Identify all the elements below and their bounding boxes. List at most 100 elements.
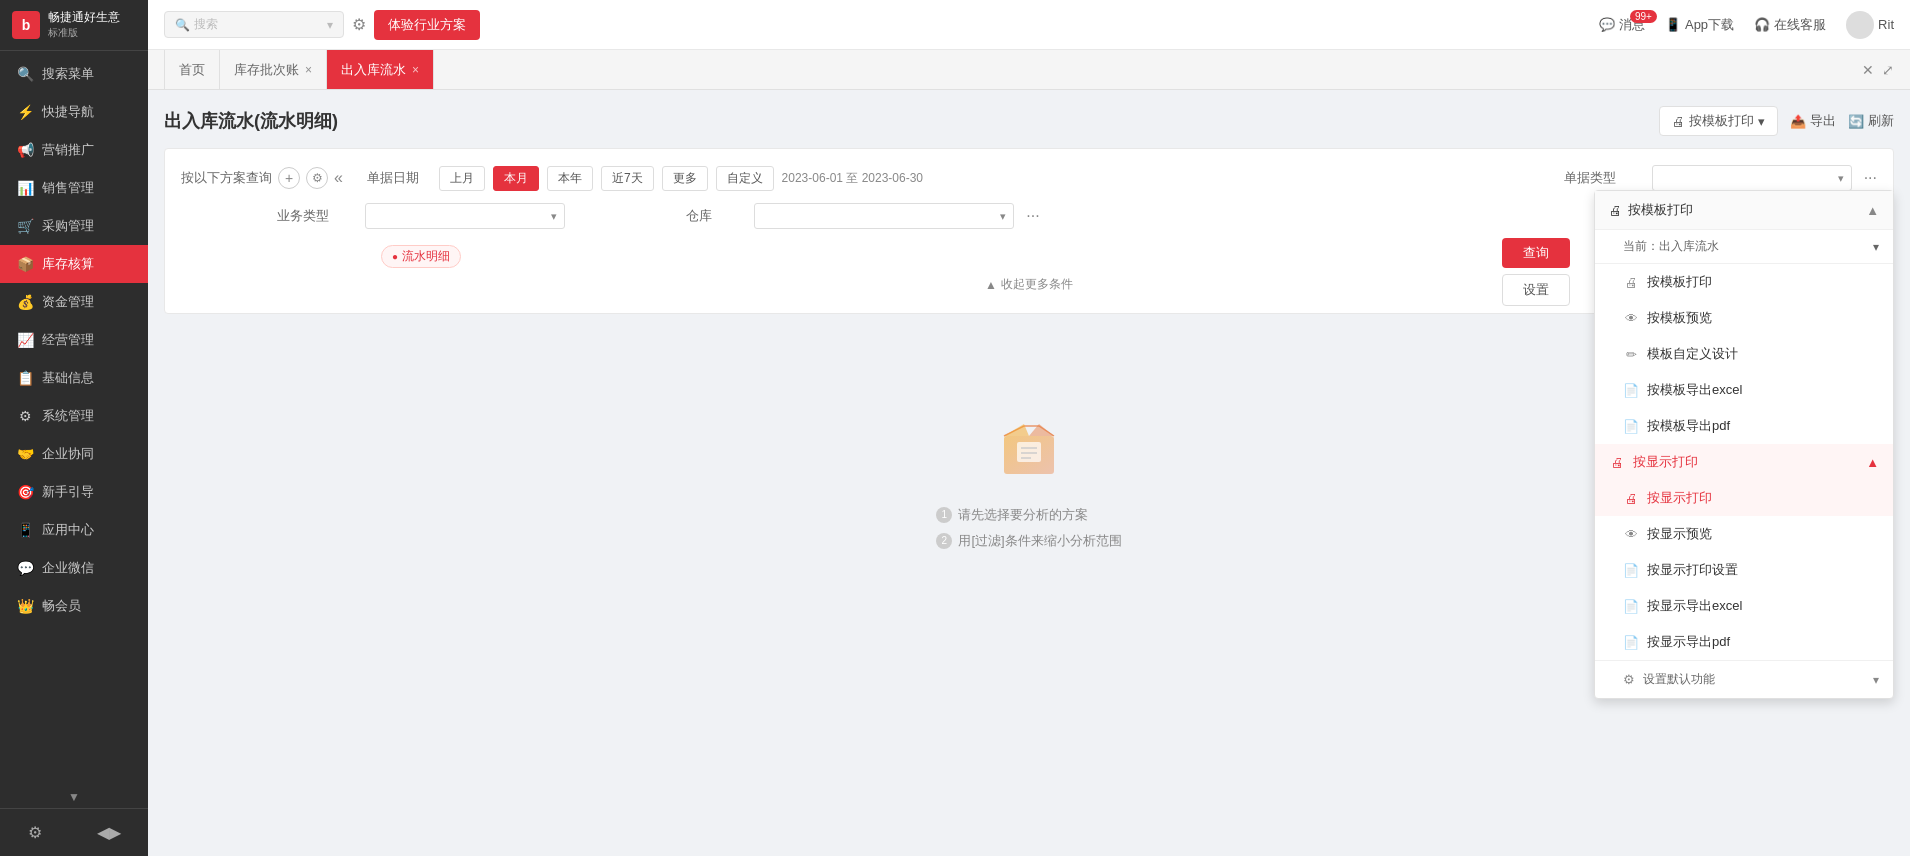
date-btn-7days[interactable]: 近7天 [601, 166, 654, 191]
settings-action-btn[interactable]: 设置 [1502, 274, 1570, 306]
topbar-left: 🔍 搜索 ▾ ⚙ 体验行业方案 [164, 10, 480, 40]
query-btn[interactable]: 查询 [1502, 238, 1570, 268]
display-pdf-icon: 📄 [1623, 634, 1639, 650]
dropdown-display-print[interactable]: 🖨 按显示打印 [1595, 480, 1893, 516]
voucher-type-select[interactable] [1652, 165, 1852, 191]
sidebar-item-marketing[interactable]: 📢 营销推广 [0, 131, 148, 169]
sidebar-item-search-menu[interactable]: 🔍 搜索菜单 [0, 55, 148, 93]
sidebar-item-app-center[interactable]: 📱 应用中心 [0, 511, 148, 549]
filter-tag-icon: ● [392, 251, 398, 262]
dropdown-display-pdf[interactable]: 📄 按显示导出pdf [1595, 624, 1893, 660]
sidebar-item-system[interactable]: ⚙ 系统管理 [0, 397, 148, 435]
sidebar-item-finance[interactable]: 💰 资金管理 [0, 283, 148, 321]
dropdown-display-print-settings[interactable]: 📄 按显示打印设置 [1595, 552, 1893, 588]
user-avatar [1846, 11, 1874, 39]
date-btn-custom[interactable]: 自定义 [716, 166, 774, 191]
dropdown-template-preview[interactable]: 👁 按模板预览 [1595, 300, 1893, 336]
topbar-search-box[interactable]: 🔍 搜索 ▾ [164, 11, 344, 38]
topbar-support-btn[interactable]: 🎧 在线客服 [1754, 16, 1826, 34]
display-section-icon: 🖨 [1609, 454, 1625, 470]
sidebar-item-quick-nav[interactable]: ⚡ 快捷导航 [0, 93, 148, 131]
date-btn-this-year[interactable]: 本年 [547, 166, 593, 191]
sidebar-item-basics[interactable]: 📋 基础信息 [0, 359, 148, 397]
tab-inventory-flow-close[interactable]: × [412, 63, 419, 77]
empty-tips: 1 请先选择要分析的方案 2 用[过滤]条件来缩小分析范围 [936, 502, 1121, 554]
dropdown-display-preview[interactable]: 👁 按显示预览 [1595, 516, 1893, 552]
date-btn-more[interactable]: 更多 [662, 166, 708, 191]
dropdown-up-arrow[interactable]: ▲ [1866, 203, 1879, 218]
svg-rect-3 [1017, 442, 1041, 462]
sidebar-collapse-btn[interactable]: ◀▶ [91, 817, 127, 848]
print-dropdown-icon: ▾ [1758, 114, 1765, 129]
warehouse-more-btn[interactable]: ··· [1026, 207, 1039, 225]
search-add-btn[interactable]: + [278, 167, 300, 189]
search-menu-icon: 🔍 [16, 65, 34, 83]
topbar-app-download-btn[interactable]: 📱 App下载 [1665, 16, 1734, 34]
inventory-icon: 📦 [16, 255, 34, 273]
template-excel-icon: 📄 [1623, 382, 1639, 398]
tab-maximize-btn[interactable]: ⤢ [1882, 62, 1894, 78]
topbar-search-input[interactable]: 搜索 [194, 16, 218, 33]
logo-sub: 标准版 [48, 26, 120, 40]
dropdown-template-print[interactable]: 🖨 按模板打印 [1595, 264, 1893, 300]
tip-num-1: 1 [936, 507, 952, 523]
sidebar-bottom: ⚙ ◀▶ [0, 808, 148, 856]
dropdown-footer[interactable]: ⚙ 设置默认功能 ▾ [1595, 660, 1893, 698]
sidebar-item-wechat[interactable]: 💬 企业微信 [0, 549, 148, 587]
marketing-icon: 📢 [16, 141, 34, 159]
dropdown-template-custom[interactable]: ✏ 模板自定义设计 [1595, 336, 1893, 372]
dropdown-title: 🖨 按模板打印 [1609, 201, 1693, 219]
sidebar-item-guide[interactable]: 🎯 新手引导 [0, 473, 148, 511]
topbar-user-area[interactable]: Rit [1846, 11, 1894, 39]
dropdown-template-pdf[interactable]: 📄 按模板导出pdf [1595, 408, 1893, 444]
sidebar-item-sales[interactable]: 📊 销售管理 [0, 169, 148, 207]
sidebar-item-enterprise[interactable]: 🤝 企业协同 [0, 435, 148, 473]
trial-btn[interactable]: 体验行业方案 [374, 10, 480, 40]
dropdown-display-section[interactable]: 🖨 按显示打印 ▲ [1595, 444, 1893, 480]
sidebar-item-label: 销售管理 [42, 179, 94, 197]
dropdown-template-excel[interactable]: 📄 按模板导出excel [1595, 372, 1893, 408]
sidebar-scroll-down[interactable]: ▼ [68, 790, 80, 804]
refresh-btn[interactable]: 🔄 刷新 [1848, 112, 1894, 130]
tabs-right: ✕ ⤢ [1862, 62, 1894, 78]
business-type-select[interactable] [365, 203, 565, 229]
sidebar-item-vip[interactable]: 👑 畅会员 [0, 587, 148, 625]
tab-batch-account-close[interactable]: × [305, 63, 312, 77]
refresh-icon: 🔄 [1848, 114, 1864, 129]
operations-icon: 📈 [16, 331, 34, 349]
sales-icon: 📊 [16, 179, 34, 197]
warehouse-select[interactable] [754, 203, 1014, 229]
sidebar-item-purchase[interactable]: 🛒 采购管理 [0, 207, 148, 245]
tab-close-all-btn[interactable]: ✕ [1862, 62, 1874, 78]
sidebar-settings-btn[interactable]: ⚙ [22, 817, 48, 848]
topbar-right: 💬 消息 99+ 📱 App下载 🎧 在线客服 Rit [1599, 11, 1894, 39]
sidebar-item-label: 搜索菜单 [42, 65, 94, 83]
sidebar-item-inventory[interactable]: 📦 库存核算 [0, 245, 148, 283]
export-btn[interactable]: 📤 导出 [1790, 112, 1836, 130]
tab-home[interactable]: 首页 [164, 50, 220, 89]
tab-batch-account[interactable]: 库存批次账 × [220, 50, 327, 89]
date-btn-this-month[interactable]: 本月 [493, 166, 539, 191]
topbar-message-btn[interactable]: 💬 消息 99+ [1599, 16, 1645, 34]
warehouse-select-wrapper [754, 203, 1014, 229]
tab-inventory-flow[interactable]: 出入库流水 × [327, 50, 434, 89]
page-title: 出入库流水(流水明细) [164, 109, 338, 133]
print-icon: 🖨 [1672, 114, 1685, 129]
business-type-area: 业务类型 ··· [277, 203, 590, 229]
dropdown-display-excel[interactable]: 📄 按显示导出excel [1595, 588, 1893, 624]
search-setting-btn[interactable]: ⚙ [306, 167, 328, 189]
basics-icon: 📋 [16, 369, 34, 387]
support-label: 在线客服 [1774, 16, 1826, 34]
warehouse-label: 仓库 [686, 207, 746, 225]
date-range-display: 2023-06-01 至 2023-06-30 [782, 170, 923, 187]
sidebar-item-label: 库存核算 [42, 255, 94, 273]
print-btn[interactable]: 🖨 按模板打印 ▾ [1659, 106, 1778, 136]
search-collapse-btn[interactable]: « [334, 169, 343, 187]
sidebar-item-operations[interactable]: 📈 经营管理 [0, 321, 148, 359]
search-actions: 按以下方案查询 + ⚙ « [181, 167, 343, 189]
filter-tag-flow-detail[interactable]: ● 流水明细 [381, 245, 461, 268]
topbar-gear-btn[interactable]: ⚙ [352, 15, 366, 34]
voucher-type-more-btn[interactable]: ··· [1864, 169, 1877, 187]
date-btn-last-month[interactable]: 上月 [439, 166, 485, 191]
search-row-1: 按以下方案查询 + ⚙ « 单据日期 上月 本月 本年 近7天 更多 自定义 [181, 165, 1877, 191]
